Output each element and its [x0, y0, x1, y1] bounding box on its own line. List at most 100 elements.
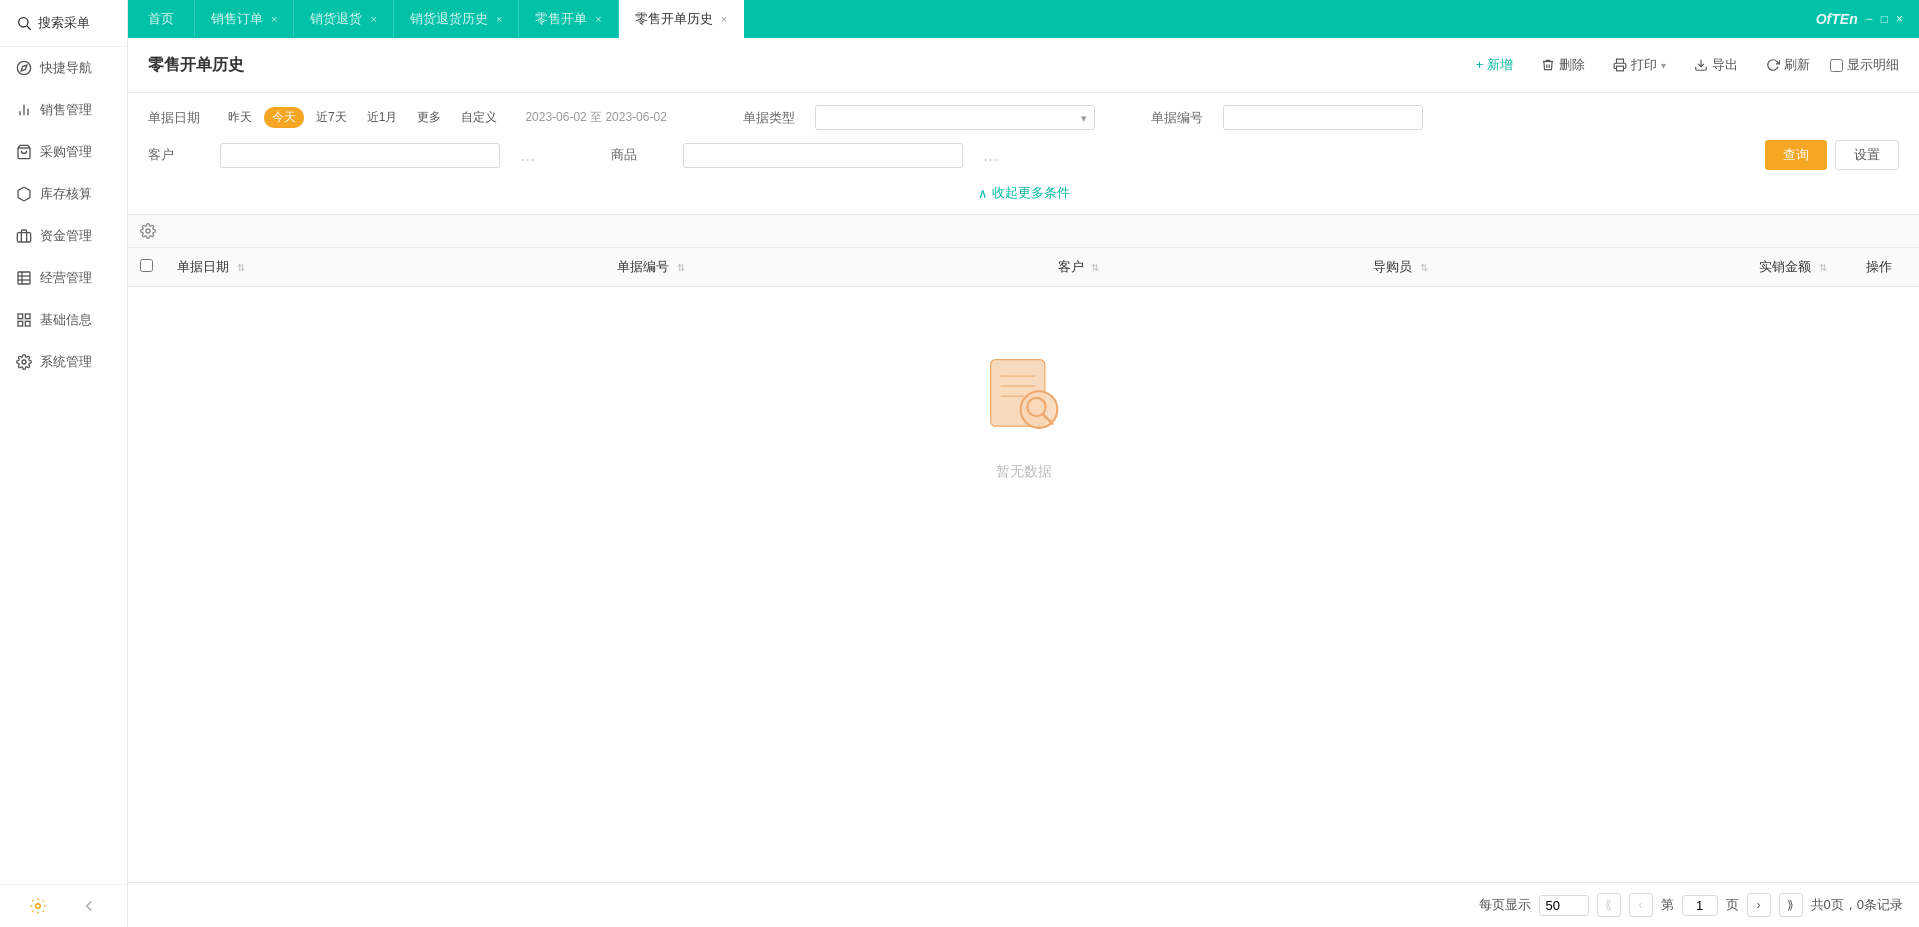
col-header-customer[interactable]: 客户 ⇅: [1046, 248, 1361, 287]
tab-close-icon[interactable]: ×: [721, 13, 727, 25]
tab-sales-return[interactable]: 销货退货 ×: [294, 0, 393, 38]
add-button[interactable]: + 新增: [1468, 52, 1521, 78]
customer-dots[interactable]: ...: [520, 145, 535, 166]
svg-rect-14: [25, 314, 30, 319]
export-button[interactable]: 导出: [1686, 52, 1746, 78]
date-btn-today[interactable]: 今天: [264, 107, 304, 128]
main-area: 首页 销售订单 × 销货退货 × 销货退货历史 × 零售开单 × 零售开单历史 …: [128, 0, 1919, 927]
sort-icon: ⇅: [1819, 262, 1827, 273]
svg-marker-3: [21, 65, 27, 71]
delete-icon: [1541, 58, 1555, 72]
date-btn-last7[interactable]: 近7天: [308, 107, 355, 128]
last-page-button[interactable]: ⟫: [1779, 893, 1803, 917]
column-settings-icon[interactable]: [140, 223, 156, 239]
table-container: 单据日期 ⇅ 单据编号 ⇅ 客户 ⇅: [128, 248, 1919, 882]
per-page-select[interactable]: 50 10 20 100: [1539, 895, 1589, 916]
print-dropdown-icon: ▾: [1661, 60, 1666, 71]
sidebar-search[interactable]: 搜索采单: [0, 0, 127, 47]
sidebar-item-inventory[interactable]: 库存核算: [0, 173, 127, 215]
date-btn-last-month[interactable]: 近1月: [359, 107, 406, 128]
tab-close-icon[interactable]: ×: [271, 13, 277, 25]
tab-retail-open[interactable]: 零售开单 ×: [519, 0, 618, 38]
show-detail-checkbox[interactable]: 显示明细: [1830, 56, 1899, 74]
search-icon: [16, 15, 32, 31]
delete-button[interactable]: 删除: [1533, 52, 1593, 78]
query-button[interactable]: 查询: [1765, 140, 1827, 170]
sidebar-item-system[interactable]: 系统管理: [0, 341, 127, 383]
sidebar-item-basic-info[interactable]: 基础信息: [0, 299, 127, 341]
checkbox-col-header: [128, 248, 165, 287]
date-buttons: 昨天 今天 近7天 近1月 更多 自定义: [220, 107, 505, 128]
col-customer-label: 客户: [1058, 259, 1084, 274]
goods-dots[interactable]: ...: [983, 145, 998, 166]
svg-rect-16: [25, 321, 30, 326]
svg-rect-15: [18, 321, 23, 326]
sidebar-item-label: 系统管理: [40, 353, 92, 371]
svg-point-2: [17, 61, 30, 74]
tab-retail-open-history[interactable]: 零售开单历史 ×: [619, 0, 744, 38]
bill-no-input[interactable]: [1223, 105, 1423, 130]
svg-rect-9: [18, 272, 30, 284]
date-btn-more[interactable]: 更多: [409, 107, 449, 128]
sort-icon: ⇅: [1091, 262, 1099, 273]
date-btn-custom[interactable]: 自定义: [453, 107, 505, 128]
goods-label: 商品: [611, 146, 667, 164]
col-header-bill-no[interactable]: 单据编号 ⇅: [605, 248, 1045, 287]
refresh-icon: [1766, 58, 1780, 72]
svg-point-17: [22, 360, 26, 364]
sidebar-item-finance[interactable]: 资金管理: [0, 215, 127, 257]
toolbar: + 新增 删除 打印 ▾: [1468, 52, 1899, 78]
sort-icon: ⇅: [237, 262, 245, 273]
refresh-button[interactable]: 刷新: [1758, 52, 1818, 78]
export-label: 导出: [1712, 56, 1738, 74]
first-page-button[interactable]: ⟪: [1597, 893, 1621, 917]
col-guide-label: 导购员: [1373, 259, 1412, 274]
sidebar-item-label: 资金管理: [40, 227, 92, 245]
settings-button[interactable]: 设置: [1835, 140, 1899, 170]
tab-label: 零售开单历史: [635, 10, 713, 28]
sidebar: 搜索采单 快捷导航 销售管理 采购管理 库存核算 资金管理 经营管理: [0, 0, 128, 927]
chart-icon: [16, 102, 32, 118]
max-button[interactable]: □: [1881, 12, 1888, 26]
col-header-amount[interactable]: 实销金额 ⇅: [1739, 248, 1839, 287]
col-header-guide[interactable]: 导购员 ⇅: [1361, 248, 1739, 287]
col-header-date[interactable]: 单据日期 ⇅: [165, 248, 605, 287]
collapse-icon[interactable]: [80, 897, 98, 915]
empty-icon: [974, 347, 1074, 447]
page-input[interactable]: [1682, 895, 1718, 916]
empty-state: 暂无数据: [128, 287, 1919, 541]
prev-page-button[interactable]: ‹: [1629, 893, 1653, 917]
tab-home[interactable]: 首页: [128, 0, 195, 38]
show-detail-input[interactable]: [1830, 59, 1843, 72]
svg-point-18: [36, 904, 41, 909]
tab-sales-order[interactable]: 销售订单 ×: [195, 0, 294, 38]
collapse-row[interactable]: ∧ 收起更多条件: [148, 180, 1899, 202]
sidebar-item-operations[interactable]: 经营管理: [0, 257, 127, 299]
close-button[interactable]: ×: [1896, 12, 1903, 26]
box-icon: [16, 186, 32, 202]
sidebar-search-label: 搜索采单: [38, 14, 90, 32]
tab-label: 零售开单: [535, 10, 587, 28]
next-page-button[interactable]: ›: [1747, 893, 1771, 917]
print-button[interactable]: 打印 ▾: [1605, 52, 1674, 78]
select-all-checkbox[interactable]: [140, 259, 153, 272]
tab-close-icon[interactable]: ×: [370, 13, 376, 25]
tab-close-icon[interactable]: ×: [595, 13, 601, 25]
sidebar-item-quick-nav[interactable]: 快捷导航: [0, 47, 127, 89]
gear-icon[interactable]: [29, 897, 47, 915]
bar-chart-icon: [16, 270, 32, 286]
total-text: 共0页，0条记录: [1811, 896, 1903, 914]
tab-sales-return-history[interactable]: 销货退货历史 ×: [394, 0, 519, 38]
min-button[interactable]: −: [1866, 12, 1873, 26]
col-billno-label: 单据编号: [617, 259, 669, 274]
tab-bar: 首页 销售订单 × 销货退货 × 销货退货历史 × 零售开单 × 零售开单历史 …: [128, 0, 1919, 38]
settings-icon: [16, 354, 32, 370]
bill-type-select[interactable]: [815, 105, 1095, 130]
goods-input[interactable]: [683, 143, 963, 168]
date-btn-yesterday[interactable]: 昨天: [220, 107, 260, 128]
tab-close-icon[interactable]: ×: [496, 13, 502, 25]
sidebar-item-sales-mgmt[interactable]: 销售管理: [0, 89, 127, 131]
customer-input[interactable]: [220, 143, 500, 168]
sidebar-item-purchase-mgmt[interactable]: 采购管理: [0, 131, 127, 173]
show-detail-label: 显示明细: [1847, 56, 1899, 74]
